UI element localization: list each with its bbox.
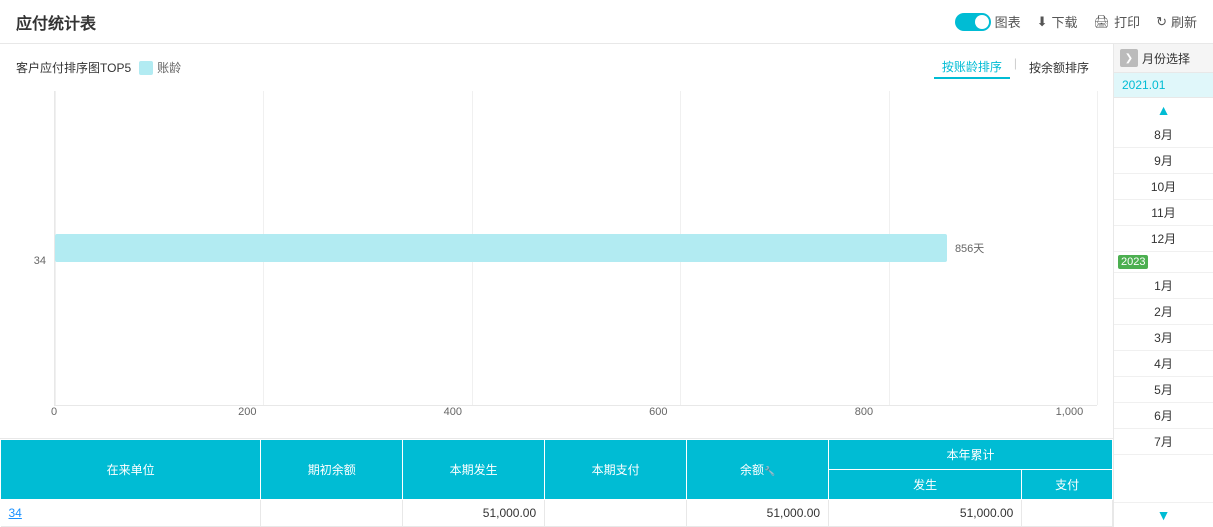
chart-toggle[interactable]: [955, 13, 991, 31]
legend-item-age: 账龄: [139, 59, 181, 76]
year-2023-row[interactable]: 2023: [1114, 252, 1213, 273]
bar-fill-34: [55, 234, 947, 262]
cell-ytd-occurrence: 51,000.00: [829, 500, 1022, 527]
x-tick-400: 400: [444, 406, 462, 430]
x-tick-600: 600: [649, 406, 667, 430]
download-icon: ⬇: [1037, 14, 1048, 30]
cell-ytd-payment: [1022, 500, 1113, 527]
month-item-3[interactable]: 3月: [1114, 325, 1213, 351]
table-row: 34 51,000.00 51,000.00 51,000.00: [1, 500, 1113, 527]
x-tick-1000: 1,000: [1056, 406, 1084, 430]
page-title: 应付统计表: [16, 10, 96, 34]
print-button[interactable]: 🖨 打印: [1094, 12, 1141, 31]
chart-label: 图表: [995, 12, 1021, 31]
stats-table: 在来单位 期初余额 本期发生 本期支付 余额🔧 本年累计 发生 支付: [0, 439, 1113, 527]
x-tick-0: 0: [51, 406, 57, 430]
table-header-row-1: 在来单位 期初余额 本期发生 本期支付 余额🔧 本年累计: [1, 440, 1113, 470]
cell-unit[interactable]: 34: [1, 500, 261, 527]
sort-by-age-button[interactable]: 按账龄排序: [934, 56, 1010, 79]
chart-toggle-item[interactable]: 图表: [955, 12, 1021, 31]
chart-toolbar: 客户应付排序图TOP5 账龄 按账龄排序 | 按余额排序: [0, 52, 1113, 83]
main-content: 客户应付排序图TOP5 账龄 按账龄排序 | 按余额排序 34: [0, 44, 1213, 527]
sidebar-collapse-button[interactable]: ❯: [1120, 49, 1138, 67]
bar-chart: 34 856天: [16, 91, 1097, 430]
legend-color-age: [139, 61, 153, 75]
month-item-10[interactable]: 10月: [1114, 174, 1213, 200]
chevron-up-icon: ▲: [1157, 102, 1171, 118]
bar-row-34: 856天: [55, 234, 1097, 262]
download-button[interactable]: ⬇ 下载: [1037, 12, 1078, 31]
month-item-5[interactable]: 5月: [1114, 377, 1213, 403]
chart-legend: 客户应付排序图TOP5 账龄: [16, 59, 181, 76]
sidebar-header: ❯ 月份选择: [1114, 44, 1213, 73]
month-item-1[interactable]: 1月: [1114, 273, 1213, 299]
bar-chart-container: 34 856天: [0, 83, 1113, 438]
year-badge-2023: 2023: [1118, 255, 1148, 269]
th-ytd-payment: 支付: [1022, 470, 1113, 500]
print-icon: 🖨: [1094, 14, 1111, 30]
bar-value-label-34: 856天: [955, 240, 984, 256]
cell-payment: [545, 500, 687, 527]
month-item-4[interactable]: 4月: [1114, 351, 1213, 377]
bottom-table: 在来单位 期初余额 本期发生 本期支付 余额🔧 本年累计 发生 支付: [0, 438, 1113, 527]
th-ytd-occurrence: 发生: [829, 470, 1022, 500]
month-item-9[interactable]: 9月: [1114, 148, 1213, 174]
sort-by-balance-button[interactable]: 按余额排序: [1021, 56, 1097, 79]
x-axis: 0 200 400 600 800 1,000: [54, 406, 1097, 430]
sidebar-nav-down-button[interactable]: ▼: [1114, 502, 1213, 527]
cell-opening: [261, 500, 403, 527]
legend-title: 客户应付排序图TOP5: [16, 59, 131, 76]
header: 应付统计表 图表 ⬇ 下载 🖨 打印 ↻ 刷新: [0, 0, 1213, 44]
th-balance: 余额🔧: [687, 440, 829, 500]
month-item-8[interactable]: 8月: [1114, 122, 1213, 148]
header-actions: 图表 ⬇ 下载 🖨 打印 ↻ 刷新: [955, 12, 1197, 31]
refresh-icon: ↻: [1156, 14, 1167, 30]
grid-line-5: [1097, 91, 1098, 405]
sidebar-header-label: 月份选择: [1142, 50, 1190, 67]
y-axis-label: 34: [16, 255, 46, 267]
cell-occurrence: 51,000.00: [403, 500, 545, 527]
refresh-button[interactable]: ↻ 刷新: [1156, 12, 1197, 31]
sidebar: ❯ 月份选择 2021.01 ▲ 8月 9月 10月 11月 12月 2023 …: [1113, 44, 1213, 527]
month-item-6[interactable]: 6月: [1114, 403, 1213, 429]
x-tick-800: 800: [855, 406, 873, 430]
th-payment: 本期支付: [545, 440, 687, 500]
chart-plot-area: 856天: [54, 91, 1097, 406]
month-list: 8月 9月 10月 11月 12月 2023 1月 2月 3月 4月 5月 6月…: [1114, 122, 1213, 502]
chevron-down-icon: ▼: [1157, 507, 1171, 523]
legend-label-age: 账龄: [157, 59, 181, 76]
month-item-2[interactable]: 2月: [1114, 299, 1213, 325]
th-ytd: 本年累计: [829, 440, 1113, 470]
month-item-11[interactable]: 11月: [1114, 200, 1213, 226]
chart-sort-buttons: 按账龄排序 | 按余额排序: [934, 56, 1097, 79]
chart-area: 客户应付排序图TOP5 账龄 按账龄排序 | 按余额排序 34: [0, 44, 1113, 527]
cell-balance: 51,000.00: [687, 500, 829, 527]
app-container: 应付统计表 图表 ⬇ 下载 🖨 打印 ↻ 刷新: [0, 0, 1213, 527]
x-tick-200: 200: [238, 406, 256, 430]
th-unit: 在来单位: [1, 440, 261, 500]
th-opening: 期初余额: [261, 440, 403, 500]
sidebar-date-display[interactable]: 2021.01: [1114, 73, 1213, 98]
sidebar-nav-up-button[interactable]: ▲: [1114, 98, 1213, 122]
month-item-7[interactable]: 7月: [1114, 429, 1213, 455]
month-item-12[interactable]: 12月: [1114, 226, 1213, 252]
th-occurrence: 本期发生: [403, 440, 545, 500]
